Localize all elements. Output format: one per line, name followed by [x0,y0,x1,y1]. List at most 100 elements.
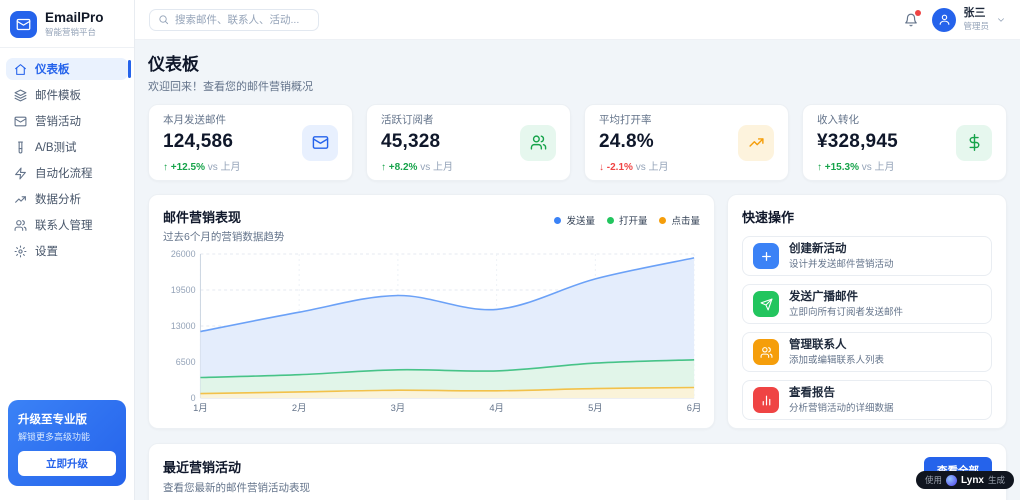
quick-actions-panel: 快速操作 创建新活动 设计并发送邮件营销活动 [727,194,1007,429]
stat-value: ¥328,945 [817,131,898,153]
sidebar-item-label: 数据分析 [35,191,81,207]
upgrade-title: 升级至专业版 [18,411,116,427]
brand-logo-icon [10,11,37,38]
stats-row: 本月发送邮件 124,586 ↑ +12.5% vs 上月 活跃 [148,104,1007,181]
email-performance-card: 邮件营销表现 过去6个月的营销数据趋势 发送量 打开量 [148,194,715,429]
legend-item-sent: 发送量 [554,213,595,227]
sidebar: EmailPro 智能营销平台 仪表板 邮件模板 营销活动 A/B测试 [0,0,135,500]
stat-value: 24.8% [599,131,668,153]
svg-text:3月: 3月 [391,402,406,413]
svg-text:1月: 1月 [193,402,208,413]
quick-action-send-broadcast[interactable]: 发送广播邮件 立即向所有订阅者发送邮件 [742,284,992,324]
send-icon [753,291,779,317]
users-icon [753,339,779,365]
quick-actions-title: 快速操作 [742,207,992,226]
users-icon [14,219,27,232]
mail-icon [14,115,27,128]
main-area: 张三 管理员 仪表板 欢迎回来！查看您的邮件营销概况 本月发送邮件 [135,0,1020,500]
area-chart: 065001300019500260001月2月3月4月5月6月 [163,246,700,418]
lynx-logo-icon [946,475,957,486]
zap-icon [14,167,27,180]
search-input[interactable] [175,14,310,26]
page-subtitle: 欢迎回来！查看您的邮件营销概况 [148,78,1007,94]
sidebar-item-label: 营销活动 [35,113,81,129]
stat-card-open-rate: 平均打开率 24.8% ↓ -2.1% vs 上月 [584,104,789,181]
quick-action-create-campaign[interactable]: 创建新活动 设计并发送邮件营销活动 [742,236,992,276]
home-icon [14,63,27,76]
layers-icon [14,89,27,102]
sidebar-item-dashboard[interactable]: 仪表板 [6,58,128,80]
brand-logo-block: EmailPro 智能营销平台 [0,0,134,48]
stat-card-active-subscribers: 活跃订阅者 45,328 ↑ +8.2% vs 上月 [366,104,571,181]
stat-value: 45,328 [381,131,453,153]
sidebar-item-label: 邮件模板 [35,87,81,103]
content: 仪表板 欢迎回来！查看您的邮件营销概况 本月发送邮件 124,586 ↑ +12… [135,40,1020,500]
active-indicator [128,60,131,78]
legend-dot [659,217,666,224]
sidebar-item-templates[interactable]: 邮件模板 [6,84,128,106]
svg-text:2月: 2月 [292,402,307,413]
mail-icon [16,17,31,32]
chart-title: 邮件营销表现 [163,207,284,226]
stat-change: ↑ +8.2% vs 上月 [381,158,453,173]
sidebar-item-automation[interactable]: 自动化流程 [6,162,128,184]
legend-dot [554,217,561,224]
legend-item-opens: 打开量 [607,213,648,227]
stat-label: 活跃订阅者 [381,112,453,127]
stat-value: 124,586 [163,131,241,153]
svg-text:13000: 13000 [171,321,196,331]
stat-label: 本月发送邮件 [163,112,241,127]
avatar [932,8,956,32]
users-icon [520,125,556,161]
arrow-down-icon: ↓ [599,162,604,173]
legend-item-clicks: 点击量 [659,213,700,227]
topbar: 张三 管理员 [135,0,1020,40]
brand-name: EmailPro [45,10,104,26]
quick-action-view-reports[interactable]: 查看报告 分析营销活动的详细数据 [742,380,992,420]
sidebar-nav: 仪表板 邮件模板 营销活动 A/B测试 自动化流程 数据分析 [0,48,134,262]
sidebar-item-campaigns[interactable]: 营销活动 [6,110,128,132]
gear-icon [14,245,27,258]
notification-dot [915,10,921,16]
svg-text:6500: 6500 [176,357,196,367]
svg-text:6月: 6月 [687,402,700,413]
chart-subtitle: 过去6个月的营销数据趋势 [163,229,284,244]
stat-change: ↓ -2.1% vs 上月 [599,158,668,173]
recent-campaigns-subtitle: 查看您最新的邮件营销活动表现 [163,480,310,495]
chart-legend: 发送量 打开量 点击量 [554,213,700,227]
mail-icon [302,125,338,161]
sidebar-item-label: A/B测试 [35,139,77,155]
test-tube-icon [14,141,27,154]
arrow-up-icon: ↑ [163,162,168,173]
brand-tagline: 智能营销平台 [45,26,104,38]
sidebar-item-settings[interactable]: 设置 [6,240,128,262]
sidebar-item-ab-test[interactable]: A/B测试 [6,136,128,158]
lynx-watermark-badge: 使用 Lynx 生成 [916,471,1014,489]
arrow-up-icon: ↑ [381,162,386,173]
svg-text:5月: 5月 [588,402,603,413]
svg-text:19500: 19500 [171,285,196,295]
search-box[interactable] [149,9,319,31]
sidebar-item-label: 设置 [35,243,58,259]
trend-up-icon [738,125,774,161]
page-header: 仪表板 欢迎回来！查看您的邮件营销概况 [148,50,1007,94]
upgrade-button[interactable]: 立即升级 [18,451,116,476]
recent-campaigns-title: 最近营销活动 [163,457,310,476]
sidebar-item-contacts[interactable]: 联系人管理 [6,214,128,236]
app-window: EmailPro 智能营销平台 仪表板 邮件模板 营销活动 A/B测试 [0,0,1020,500]
charts-row: 邮件营销表现 过去6个月的营销数据趋势 发送量 打开量 [148,194,1007,429]
stat-change: ↑ +12.5% vs 上月 [163,158,241,173]
quick-action-manage-contacts[interactable]: 管理联系人 添加或编辑联系人列表 [742,332,992,372]
user-role: 管理员 [963,20,989,32]
sidebar-item-analytics[interactable]: 数据分析 [6,188,128,210]
user-menu[interactable]: 张三 管理员 [932,7,1006,33]
stat-label: 收入转化 [817,112,898,127]
stat-change: ↑ +15.3% vs 上月 [817,158,898,173]
notifications-button[interactable] [904,13,918,27]
page-title: 仪表板 [148,50,1007,75]
legend-dot [607,217,614,224]
chevron-down-icon [996,15,1006,25]
user-name: 张三 [963,7,989,21]
person-icon [938,13,951,26]
upgrade-card: 升级至专业版 解锁更多高级功能 立即升级 [8,400,126,486]
